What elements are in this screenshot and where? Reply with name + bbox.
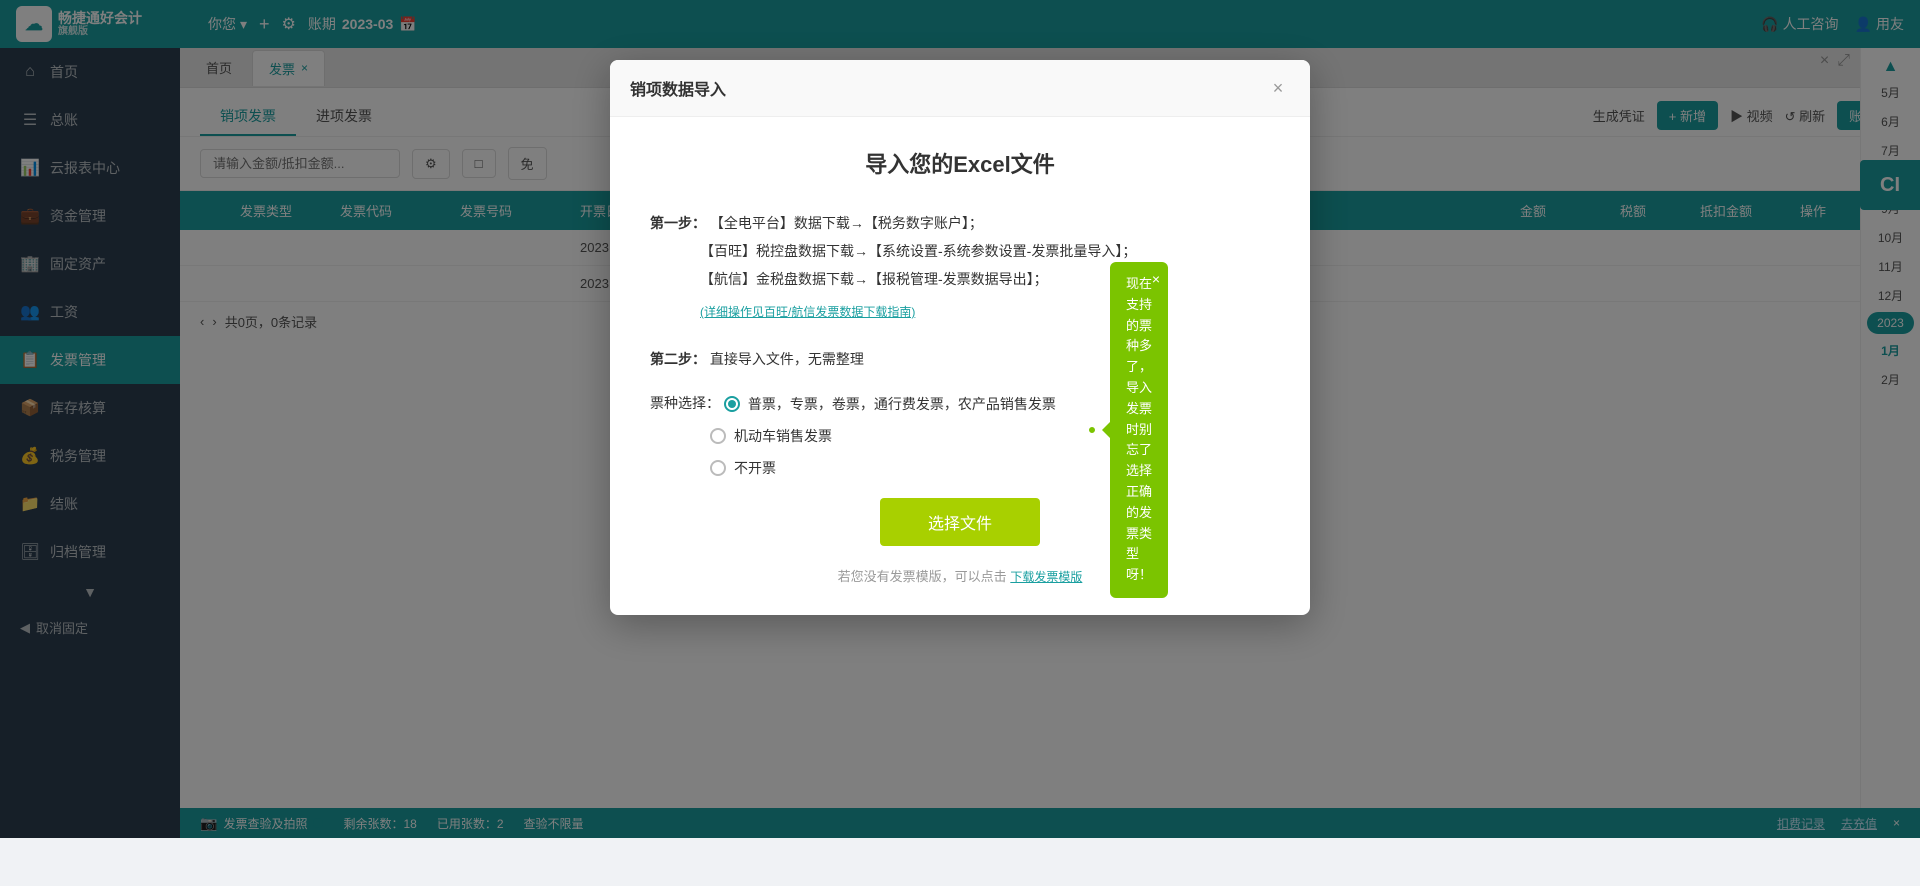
tooltip-text: 现在支持的票种多了，导入发票时别忘了选择正确的发票类型呀！	[1126, 276, 1152, 582]
radio-none[interactable]: 不开票	[710, 458, 1270, 478]
footer-text: 若您没有发票模版，可以点击	[838, 569, 1007, 584]
radio-normal-circle[interactable]	[724, 396, 740, 412]
tooltip-close-button[interactable]: ×	[1152, 268, 1160, 290]
tooltip-dot	[1086, 424, 1098, 436]
modal-footer: 若您没有发票模版，可以点击 下载发票模版	[650, 566, 1270, 585]
radio-none-label: 不开票	[734, 458, 776, 478]
modal-title: 销项数据导入	[630, 76, 726, 100]
step1-item-1: 【百旺】税控盘数据下载→【系统设置-系统参数设置-发票批量导入】；	[700, 237, 1270, 265]
radio-normal-label: 普票，专票，卷票，通行费发票，农产品销售发票	[748, 394, 1056, 414]
step1-item-0: 【全电平台】数据下载→【税务数字账户】；	[710, 215, 983, 231]
tooltip-bubble: × 现在支持的票种多了，导入发票时别忘了选择正确的发票类型呀！	[1110, 262, 1168, 598]
radio-normal[interactable]: 普票，专票，卷票，通行费发票，农产品销售发票	[724, 394, 1056, 414]
radio-car[interactable]: 机动车销售发票	[710, 426, 1270, 446]
step1-label: 第一步：	[650, 215, 706, 231]
footer-link[interactable]: 下载发票模版	[1010, 570, 1082, 584]
ticket-label: 票种选择：	[650, 395, 720, 411]
radio-car-label: 机动车销售发票	[734, 426, 832, 446]
radio-car-circle[interactable]	[710, 428, 726, 444]
step1-link[interactable]: (详细操作见百旺/航信发票数据下载指南)	[700, 305, 915, 319]
radio-group: 票种选择： 普票，专票，卷票，通行费发票，农产品销售发票 机动车销售发票 不开票	[650, 393, 1270, 478]
step2-section: 第二步： 直接导入文件，无需整理	[650, 345, 1270, 373]
import-modal: 销项数据导入 × 导入您的Excel文件 第一步： 【全电平台】数据下载→【税务…	[610, 60, 1310, 615]
modal-main-title: 导入您的Excel文件	[650, 147, 1270, 179]
modal-overlay: 销项数据导入 × 导入您的Excel文件 第一步： 【全电平台】数据下载→【税务…	[0, 0, 1920, 838]
modal-header: 销项数据导入 ×	[610, 60, 1310, 117]
step2-label: 第二步：	[650, 351, 706, 367]
step1-sub-items: 【百旺】税控盘数据下载→【系统设置-系统参数设置-发票批量导入】； 【航信】金税…	[700, 237, 1270, 325]
step2-content: 直接导入文件，无需整理	[710, 351, 864, 367]
ticket-label-row: 票种选择： 普票，专票，卷票，通行费发票，农产品销售发票	[650, 393, 1270, 414]
modal-body: 导入您的Excel文件 第一步： 【全电平台】数据下载→【税务数字账户】； 【百…	[610, 117, 1310, 615]
select-file-button[interactable]: 选择文件	[880, 498, 1040, 546]
step1-section: 第一步： 【全电平台】数据下载→【税务数字账户】； 【百旺】税控盘数据下载→【系…	[650, 209, 1270, 325]
step1-item-2: 【航信】金税盘数据下载→【报税管理-发票数据导出】；	[700, 265, 1270, 293]
radio-none-circle[interactable]	[710, 460, 726, 476]
modal-close-button[interactable]: ×	[1266, 76, 1290, 100]
